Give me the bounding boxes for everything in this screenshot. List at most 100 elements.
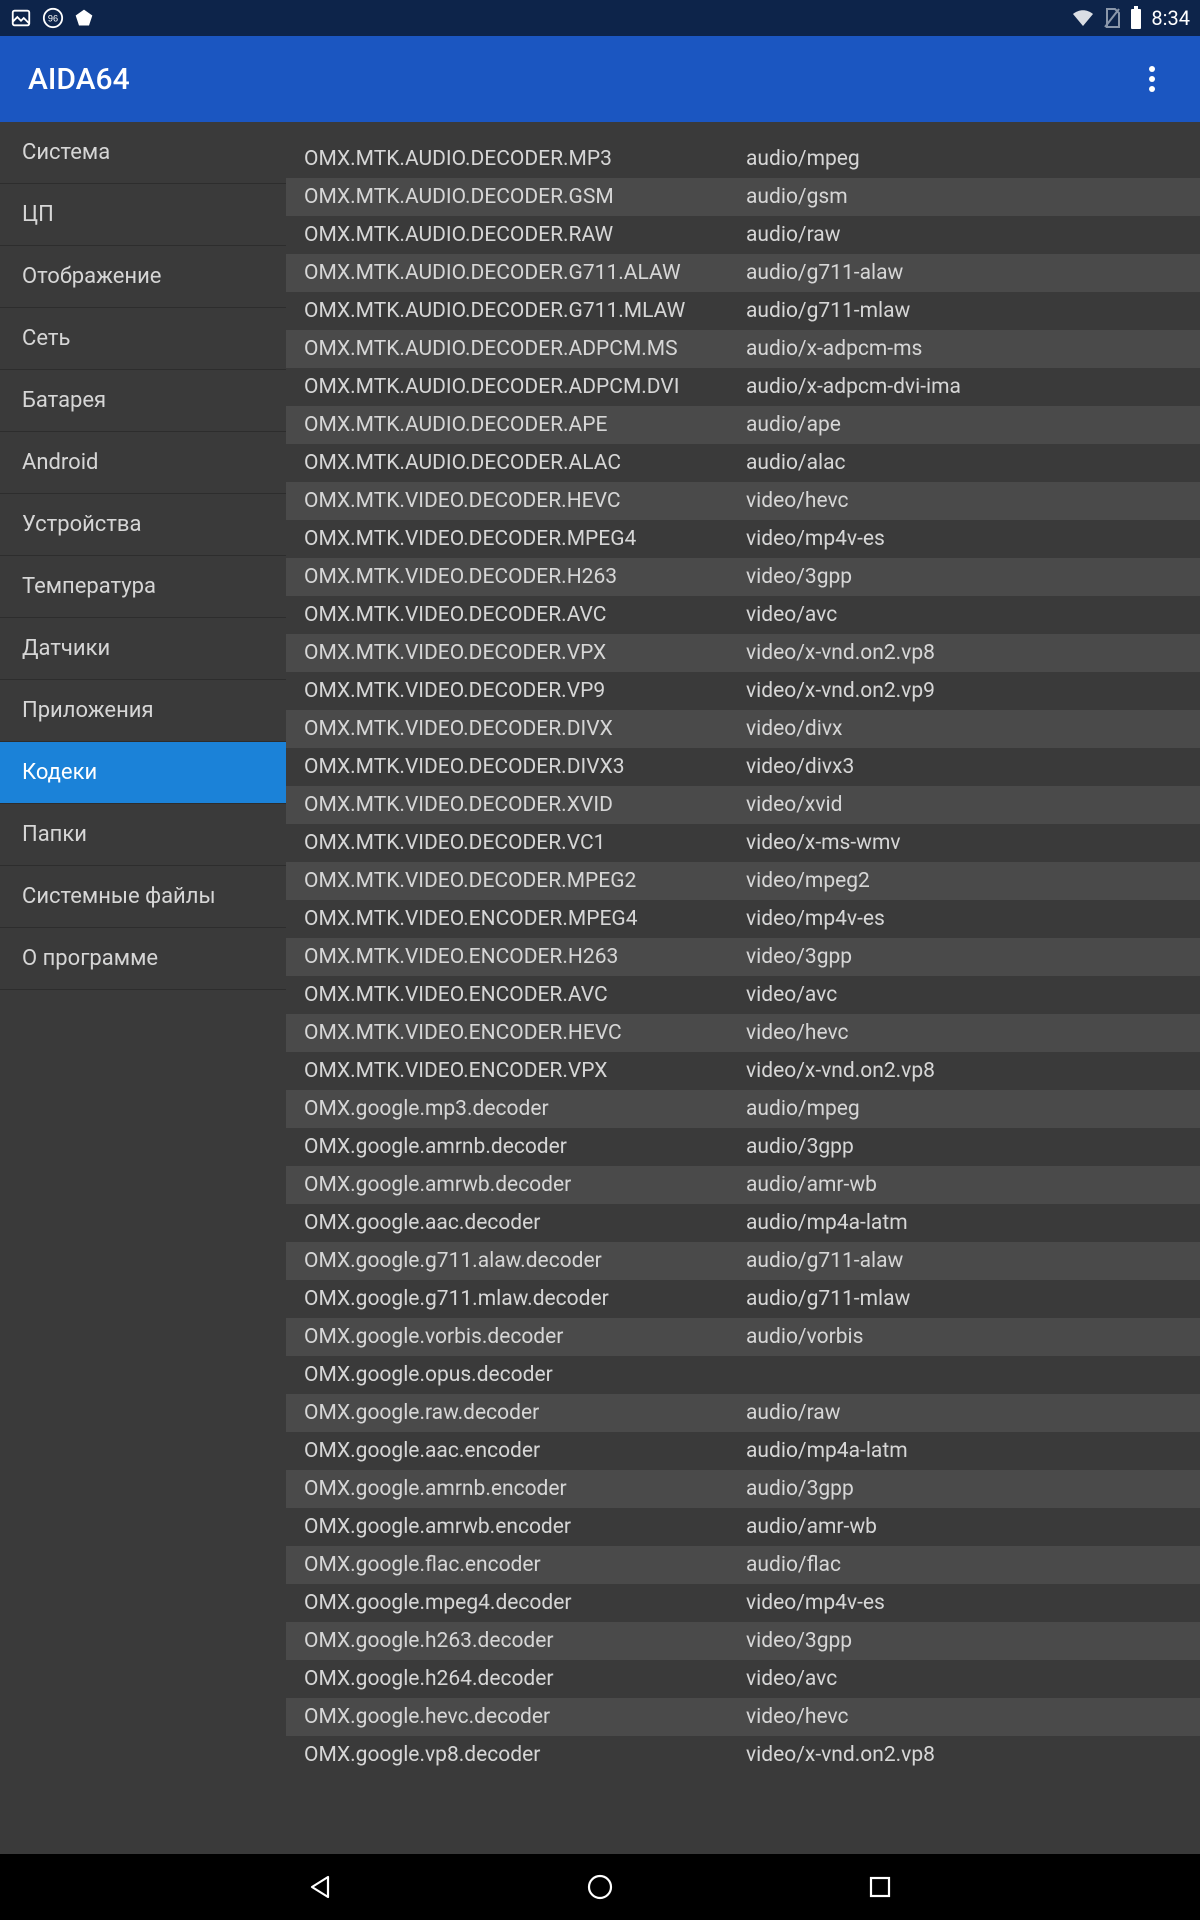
codec-type: video/avc [746,603,1200,627]
table-row: OMX.MTK.VIDEO.DECODER.MPEG4video/mp4v-es [286,520,1200,558]
sidebar-item[interactable]: Система [0,122,286,184]
table-row: OMX.google.vp8.decodervideo/x-vnd.on2.vp… [286,1736,1200,1774]
table-row: OMX.MTK.AUDIO.DECODER.GSMaudio/gsm [286,178,1200,216]
codec-name: OMX.google.h264.decoder [304,1666,746,1692]
table-row: OMX.MTK.AUDIO.DECODER.RAWaudio/raw [286,216,1200,254]
table-row: OMX.google.amrwb.decoderaudio/amr-wb [286,1166,1200,1204]
app-title: AIDA64 [28,62,130,97]
codec-name: OMX.MTK.AUDIO.DECODER.RAW [304,222,746,248]
sidebar-item[interactable]: Датчики [0,618,286,680]
codec-name: OMX.google.amrwb.encoder [304,1514,746,1540]
table-row: OMX.MTK.VIDEO.ENCODER.H263video/3gpp [286,938,1200,976]
codec-name: OMX.MTK.VIDEO.DECODER.H263 [304,564,746,590]
table-row: OMX.MTK.VIDEO.ENCODER.VPXvideo/x-vnd.on2… [286,1052,1200,1090]
status-time: 8:34 [1151,6,1190,30]
codec-type: video/mp4v-es [746,907,1200,931]
codec-name: OMX.MTK.AUDIO.DECODER.ADPCM.MS [304,336,746,362]
table-row: OMX.google.amrnb.encoderaudio/3gpp [286,1470,1200,1508]
table-row: OMX.MTK.VIDEO.DECODER.AVCvideo/avc [286,596,1200,634]
codec-type: audio/mp4a-latm [746,1211,1200,1235]
codec-name: OMX.google.h263.decoder [304,1628,746,1654]
table-row: OMX.google.mpeg4.decodervideo/mp4v-es [286,1584,1200,1622]
sidebar-item-label: Температура [22,574,156,599]
codec-type: audio/amr-wb [746,1515,1200,1539]
nav-back-button[interactable] [300,1867,340,1907]
sidebar-item[interactable]: О программе [0,928,286,990]
table-row: OMX.google.h264.decodervideo/avc [286,1660,1200,1698]
sidebar-item[interactable]: Системные файлы [0,866,286,928]
codec-name: OMX.MTK.VIDEO.ENCODER.H263 [304,944,746,970]
table-row: OMX.google.opus.decoder [286,1356,1200,1394]
codec-type: video/3gpp [746,945,1200,969]
sidebar-item[interactable]: Отображение [0,246,286,308]
table-row: OMX.MTK.AUDIO.DECODER.ADPCM.MSaudio/x-ad… [286,330,1200,368]
codec-type: video/hevc [746,1021,1200,1045]
codec-type: video/avc [746,983,1200,1007]
codec-type: audio/vorbis [746,1325,1200,1349]
codec-name: OMX.MTK.AUDIO.DECODER.MP3 [304,146,746,172]
codec-type: video/x-vnd.on2.vp9 [746,679,1200,703]
codec-type: video/x-vnd.on2.vp8 [746,1059,1200,1083]
sidebar-item-label: Система [22,140,110,165]
table-row: OMX.MTK.AUDIO.DECODER.ADPCM.DVIaudio/x-a… [286,368,1200,406]
codec-type: audio/g711-alaw [746,261,1200,285]
sidebar-item[interactable]: Температура [0,556,286,618]
table-row: OMX.MTK.AUDIO.DECODER.MP3audio/mpeg [286,140,1200,178]
table-row: OMX.MTK.VIDEO.DECODER.MPEG2video/mpeg2 [286,862,1200,900]
circle-icon [586,1873,614,1901]
sidebar-item[interactable]: Android [0,432,286,494]
codec-name: OMX.MTK.VIDEO.DECODER.VC1 [304,830,746,856]
codec-name: OMX.google.flac.encoder [304,1552,746,1578]
sidebar-item[interactable]: Кодеки [0,742,286,804]
table-row: OMX.google.raw.decoderaudio/raw [286,1394,1200,1432]
codec-type: audio/g711-mlaw [746,1287,1200,1311]
status-left: 96 [10,7,94,29]
sidebar-item[interactable]: Сеть [0,308,286,370]
table-row: OMX.MTK.VIDEO.DECODER.H263video/3gpp [286,558,1200,596]
codec-name: OMX.google.amrwb.decoder [304,1172,746,1198]
square-icon [867,1874,893,1900]
image-icon [10,7,32,29]
more-vert-icon [1149,66,1155,92]
codec-type: audio/x-adpcm-ms [746,337,1200,361]
codec-name: OMX.google.mp3.decoder [304,1096,746,1122]
codec-type: video/hevc [746,489,1200,513]
pentagon-icon [74,8,94,28]
codec-name: OMX.MTK.AUDIO.DECODER.ALAC [304,450,746,476]
table-row: OMX.MTK.VIDEO.DECODER.VPXvideo/x-vnd.on2… [286,634,1200,672]
codec-name: OMX.MTK.AUDIO.DECODER.APE [304,412,746,438]
sidebar-item[interactable]: Устройства [0,494,286,556]
table-row: OMX.MTK.AUDIO.DECODER.ALACaudio/alac [286,444,1200,482]
codec-name: OMX.google.aac.decoder [304,1210,746,1236]
codec-name: OMX.MTK.VIDEO.ENCODER.MPEG4 [304,906,746,932]
codec-type: audio/mp4a-latm [746,1439,1200,1463]
codec-type: audio/mpeg [746,147,1200,171]
back-triangle-icon [306,1873,334,1901]
codec-type: audio/x-adpcm-dvi-ima [746,375,1200,399]
sidebar-item[interactable]: ЦП [0,184,286,246]
overflow-menu-button[interactable] [1132,59,1172,99]
codec-type: audio/alac [746,451,1200,475]
table-row: OMX.google.aac.decoderaudio/mp4a-latm [286,1204,1200,1242]
content[interactable]: OMX.MTK.AUDIO.DECODER.MP3audio/mpegOMX.M… [286,122,1200,1854]
codec-name: OMX.MTK.VIDEO.DECODER.VPX [304,640,746,666]
codec-type: video/3gpp [746,1629,1200,1653]
codec-name: OMX.MTK.VIDEO.DECODER.AVC [304,602,746,628]
badge-96-icon: 96 [42,7,64,29]
codec-type: video/x-vnd.on2.vp8 [746,641,1200,665]
codec-type: video/mp4v-es [746,1591,1200,1615]
sidebar-item-label: Папки [22,822,87,847]
nav-home-button[interactable] [580,1867,620,1907]
table-row: OMX.google.aac.encoderaudio/mp4a-latm [286,1432,1200,1470]
codec-type: video/avc [746,1667,1200,1691]
table-row: OMX.google.g711.mlaw.decoderaudio/g711-m… [286,1280,1200,1318]
codec-name: OMX.google.g711.alaw.decoder [304,1248,746,1274]
table-row: OMX.google.flac.encoderaudio/flac [286,1546,1200,1584]
sidebar-item[interactable]: Папки [0,804,286,866]
codec-type: audio/flac [746,1553,1200,1577]
sidebar-item[interactable]: Батарея [0,370,286,432]
sidebar-item[interactable]: Приложения [0,680,286,742]
table-row: OMX.MTK.VIDEO.DECODER.HEVCvideo/hevc [286,482,1200,520]
nav-recents-button[interactable] [860,1867,900,1907]
sidebar-item-label: О программе [22,946,158,971]
